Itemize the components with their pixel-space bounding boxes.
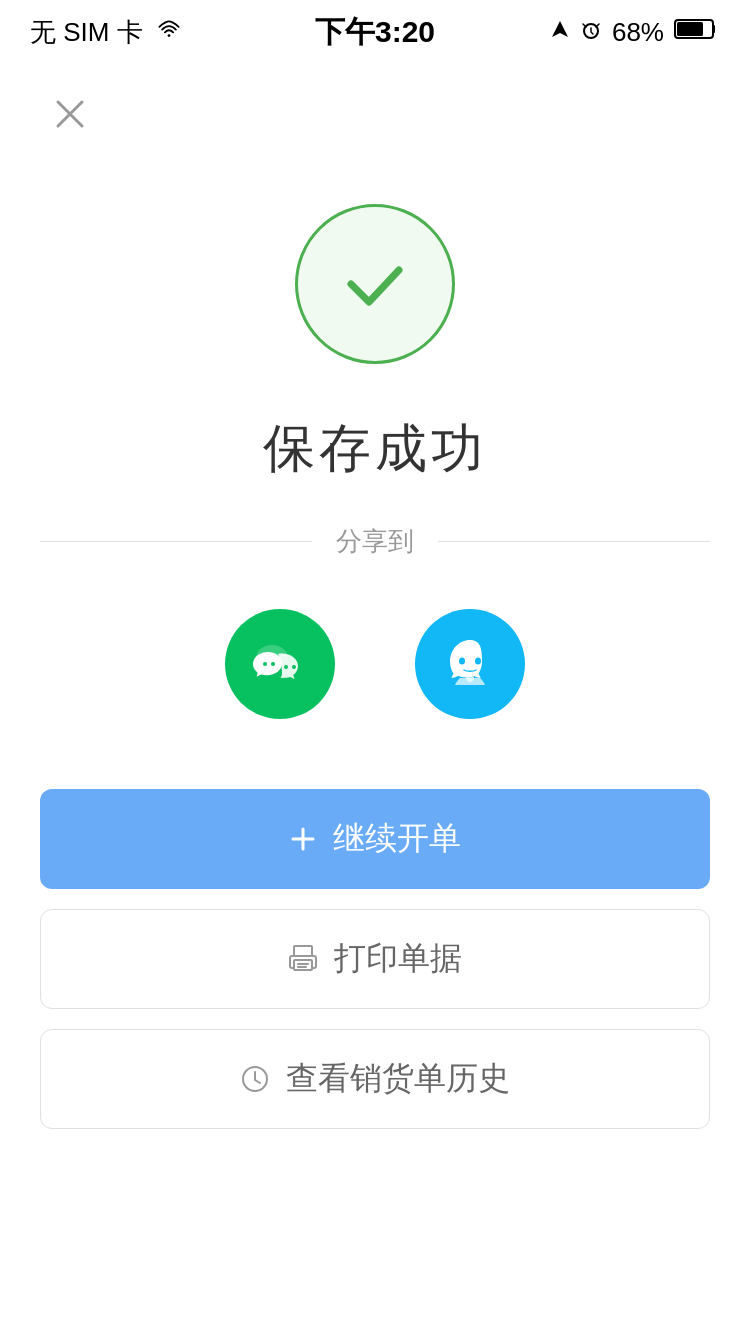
history-button[interactable]: 查看销货单历史 [40, 1029, 710, 1129]
print-button[interactable]: 打印单据 [40, 909, 710, 1009]
svg-point-11 [459, 658, 465, 665]
wifi-icon [153, 17, 185, 48]
svg-point-10 [292, 665, 296, 669]
svg-point-12 [475, 658, 481, 665]
status-left: 无 SIM 卡 [30, 15, 185, 50]
alarm-icon [580, 17, 602, 48]
continue-label: 继续开单 [333, 817, 461, 861]
continue-button[interactable]: 继续开单 [40, 789, 710, 889]
status-right: 68% [550, 17, 720, 48]
checkmark-icon [335, 244, 415, 324]
print-icon [288, 944, 318, 974]
battery-percent: 68% [612, 17, 664, 48]
svg-point-7 [263, 662, 267, 666]
print-label: 打印单据 [334, 937, 462, 981]
success-title: 保存成功 [263, 414, 487, 484]
success-section: 保存成功 [0, 144, 750, 524]
svg-point-9 [284, 665, 288, 669]
battery-icon [674, 17, 720, 48]
qq-share-button[interactable] [415, 609, 525, 719]
action-buttons: 继续开单 打印单据 查看销货单历史 [0, 769, 750, 1149]
share-label: 分享到 [312, 524, 438, 559]
location-icon [550, 17, 570, 48]
plus-icon [289, 825, 317, 853]
time-display: 下午3:20 [315, 12, 435, 53]
carrier-label: 无 SIM 卡 [30, 15, 143, 50]
history-label: 查看销货单历史 [286, 1057, 510, 1101]
svg-point-0 [167, 34, 170, 37]
svg-point-8 [271, 662, 275, 666]
wechat-icon [248, 632, 312, 696]
close-button[interactable] [40, 84, 100, 144]
history-icon [240, 1064, 270, 1094]
share-section: 分享到 [0, 524, 750, 769]
svg-rect-15 [294, 946, 312, 956]
status-bar: 无 SIM 卡 下午3:20 68% [0, 0, 750, 64]
share-divider: 分享到 [40, 524, 710, 559]
wechat-share-button[interactable] [225, 609, 335, 719]
share-icons [225, 609, 525, 719]
qq-icon [438, 632, 502, 696]
success-icon-circle [295, 204, 455, 364]
svg-rect-3 [677, 22, 703, 36]
